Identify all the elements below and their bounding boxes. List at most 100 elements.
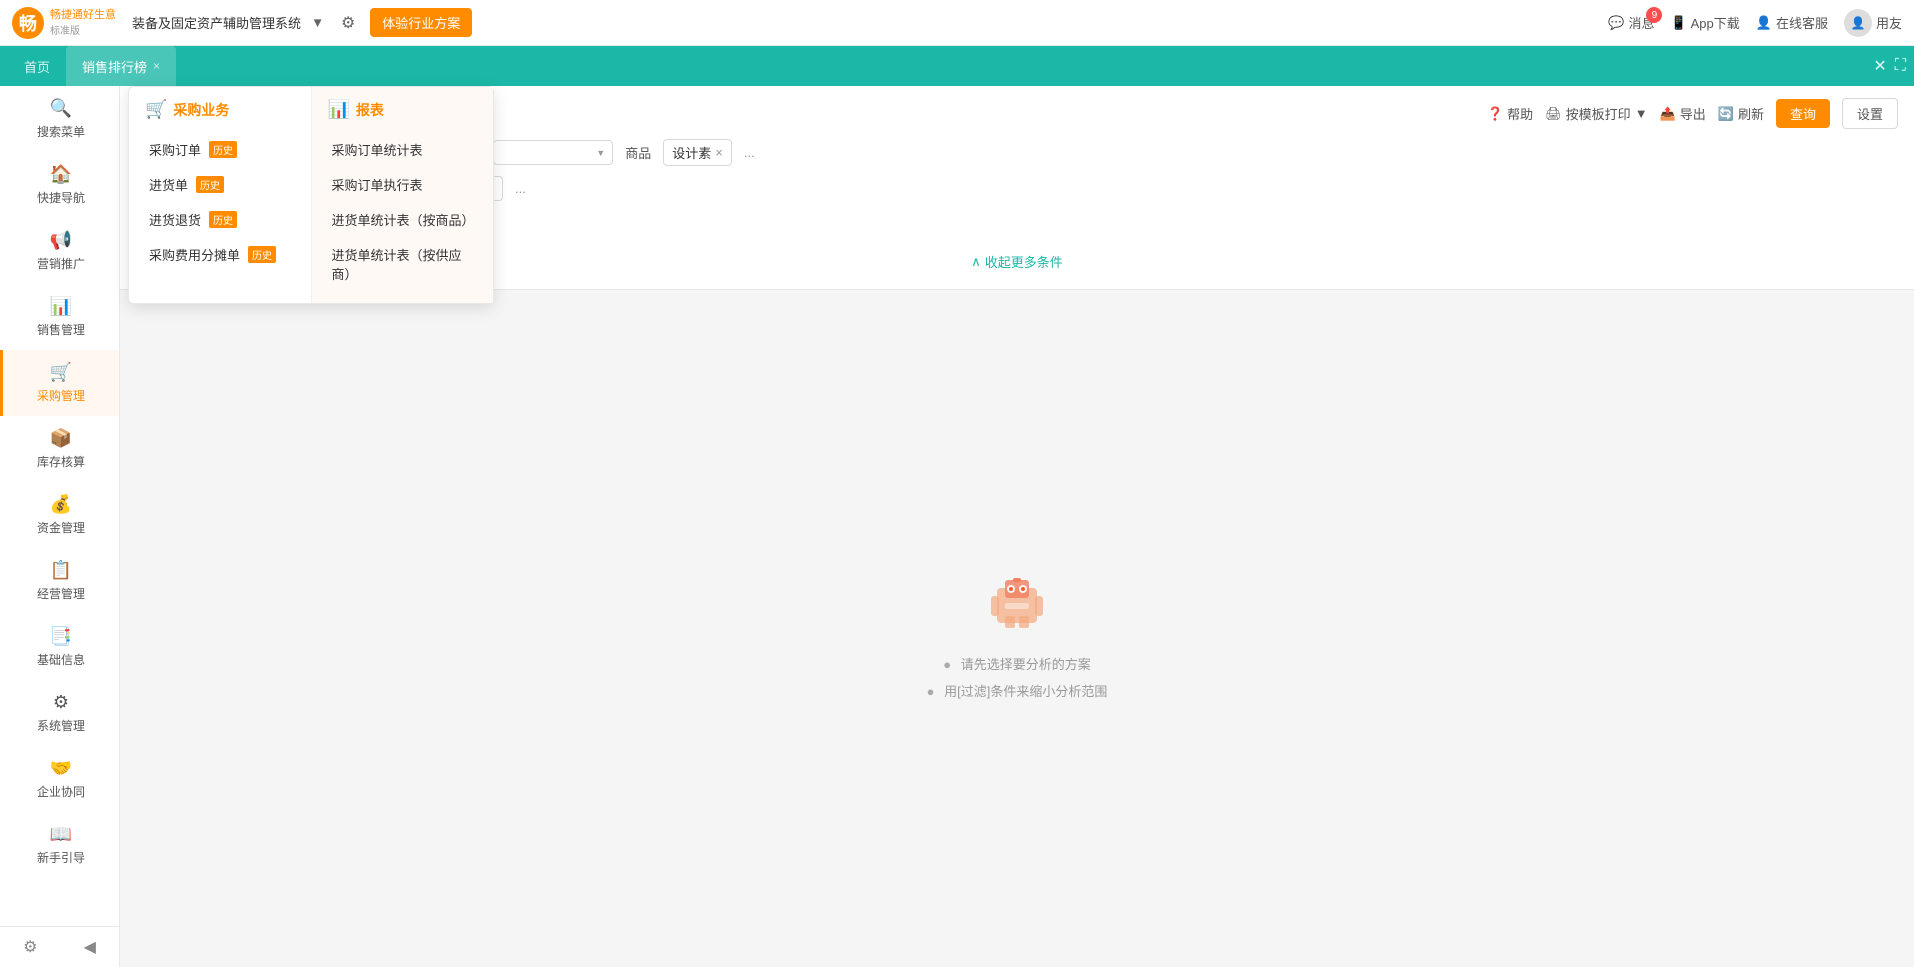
sidebar-item-quick-nav-label: 快捷导航	[37, 189, 85, 206]
user-area[interactable]: 👤 用友	[1844, 9, 1902, 37]
app-download-btn[interactable]: 📱 App下载	[1670, 13, 1739, 32]
dropdown-item-report-0[interactable]: 采购订单统计表	[328, 132, 478, 167]
purchase-col: 🛒 采购业务 采购订单 历史 进货单 历史 进货退货 历史 采购费用分摊单 历史	[129, 87, 312, 303]
sidebar-item-marketing-label: 营销推广	[37, 255, 85, 272]
sidebar-bottom: ⚙ ◀	[0, 926, 119, 967]
tab-close-all-icon[interactable]: ✕	[1873, 56, 1886, 76]
print-icon: 🖨	[1545, 106, 1562, 122]
toolbar-icons: ❓ 帮助 🖨 按模板打印 ▼ 📤 导出 🔄 刷新	[1487, 104, 1764, 123]
hint-bullet-1: ●	[943, 657, 951, 672]
empty-icon	[977, 558, 1057, 638]
export-icon: 📤	[1660, 106, 1676, 122]
report-col: 📊 报表 采购订单统计表 采购订单执行表 进货单统计表（按商品） 进货单统计表（…	[312, 87, 494, 303]
sidebar-item-system[interactable]: ⚙ 系统管理	[0, 680, 119, 746]
tab-expand-icon[interactable]: ⛶	[1895, 57, 1906, 75]
sidebar-item-finance-label: 资金管理	[37, 519, 85, 536]
sidebar-item-guide-label: 新手引导	[37, 849, 85, 866]
tab-close-btn[interactable]: ×	[153, 59, 160, 73]
empty-hint-1: ● 请先选择要分析的方案	[943, 654, 1091, 673]
message-badge: 9	[1646, 7, 1662, 23]
purchase-icon: 🛒	[50, 362, 72, 383]
message-icon: 💬	[1608, 15, 1624, 31]
dropdown-item-purchase-expense-label: 采购费用分摊单	[149, 245, 240, 264]
goods-tag: 设计素 ×	[663, 139, 732, 166]
sidebar-item-search[interactable]: 🔍 搜索菜单	[0, 86, 119, 152]
empty-hint-1-text: 请先选择要分析的方案	[961, 657, 1091, 672]
dropdown-item-purchase-order[interactable]: 采购订单 历史	[145, 132, 295, 167]
sidebar: 🔍 搜索菜单 🏠 快捷导航 📢 营销推广 📊 销售管理 🛒 采购管理 📦 库存核…	[0, 86, 120, 967]
refresh-btn[interactable]: 🔄 刷新	[1718, 104, 1764, 123]
sidebar-item-enterprise-label: 企业协同	[37, 783, 85, 800]
sidebar-item-operations-label: 经营管理	[37, 585, 85, 602]
logo-area: 畅 畅捷通好生意 标准版	[12, 7, 132, 39]
goods-tag-remove[interactable]: ×	[715, 145, 723, 160]
dropdown-item-purchase-expense[interactable]: 采购费用分摊单 历史	[145, 237, 295, 272]
sidebar-settings-btn[interactable]: ⚙	[23, 937, 37, 957]
sidebar-item-search-label: 搜索菜单	[37, 123, 85, 140]
sidebar-item-operations[interactable]: 📋 经营管理	[0, 548, 119, 614]
sidebar-item-sales[interactable]: 📊 销售管理	[0, 284, 119, 350]
top-header: 畅 畅捷通好生意 标准版 装备及固定资产辅助管理系统 ▼ ⚙ 体验行业方案 💬 …	[0, 0, 1914, 46]
sidebar-item-basic-info[interactable]: 📑 基础信息	[0, 614, 119, 680]
empty-hint-2: ● 用[过滤]条件来缩小分析范围	[927, 681, 1108, 700]
goods-tag-text: 设计素	[672, 143, 711, 162]
sidebar-item-quick-nav[interactable]: 🏠 快捷导航	[0, 152, 119, 218]
basic-info-icon: 📑	[50, 626, 72, 647]
industry-btn[interactable]: 体验行业方案	[370, 8, 472, 37]
export-btn[interactable]: 📤 导出	[1660, 104, 1706, 123]
dropdown-item-purchase-return[interactable]: 进货退货 历史	[145, 202, 295, 237]
system-dropdown-btn[interactable]: ▼	[309, 13, 326, 32]
sidebar-item-finance[interactable]: 💰 资金管理	[0, 482, 119, 548]
history-badge-1: 历史	[196, 176, 224, 193]
report-col-header: 📊 报表	[328, 99, 478, 120]
sidebar-item-sales-label: 销售管理	[37, 321, 85, 338]
sidebar-item-guide[interactable]: 📖 新手引导	[0, 812, 119, 878]
bill-status-wrapper	[493, 140, 613, 165]
query-btn[interactable]: 查询	[1776, 99, 1830, 128]
tab-home[interactable]: 首页	[8, 46, 66, 86]
goods-label: 商品	[625, 143, 651, 162]
dropdown-item-purchase-inbound[interactable]: 进货单 历史	[145, 167, 295, 202]
user-avatar: 👤	[1844, 9, 1872, 37]
tab-sales-ranking-label: 销售排行榜	[82, 57, 147, 76]
system-title: 装备及固定资产辅助管理系统	[132, 13, 301, 32]
sidebar-item-system-label: 系统管理	[37, 717, 85, 734]
online-service-btn[interactable]: 👤 在线客服	[1756, 13, 1828, 32]
sidebar-item-purchase[interactable]: 🛒 采购管理	[0, 350, 119, 416]
header-right: 💬 消息 9 📱 App下载 👤 在线客服 👤 用友	[1608, 9, 1902, 37]
dropdown-item-report-2[interactable]: 进货单统计表（按商品）	[328, 202, 478, 237]
hint-bullet-2: ●	[927, 684, 935, 699]
bill-status-select[interactable]	[493, 140, 613, 165]
dropdown-item-purchase-inbound-label: 进货单	[149, 175, 188, 194]
settings-btn-filter[interactable]: 设置	[1842, 98, 1898, 129]
dropdown-item-report-3[interactable]: 进货单统计表（按供应商）	[328, 237, 478, 291]
sidebar-item-marketing[interactable]: 📢 营销推广	[0, 218, 119, 284]
header-center: 装备及固定资产辅助管理系统 ▼ ⚙ 体验行业方案	[132, 8, 1608, 37]
finance-icon: 💰	[50, 494, 72, 515]
header-settings-btn[interactable]: ⚙	[334, 9, 362, 37]
sidebar-item-enterprise[interactable]: 🤝 企业协同	[0, 746, 119, 812]
message-btn[interactable]: 💬 消息 9	[1608, 13, 1654, 32]
system-icon: ⚙	[53, 692, 69, 713]
purchase-col-title: 采购业务	[173, 100, 229, 120]
print-template-btn[interactable]: 🖨 按模板打印 ▼	[1545, 104, 1647, 123]
empty-robot-svg	[977, 558, 1057, 638]
filter-dots-2[interactable]: ...	[515, 181, 526, 196]
filter-dots-1[interactable]: ...	[744, 145, 755, 160]
search-icon: 🔍	[50, 98, 72, 119]
tab-sales-ranking[interactable]: 销售排行榜 ×	[66, 46, 176, 86]
dropdown-item-report-0-label: 采购订单统计表	[332, 140, 423, 159]
purchase-col-header: 🛒 采购业务	[145, 99, 295, 120]
tab-home-label: 首页	[24, 57, 50, 76]
home-icon: 🏠	[50, 164, 72, 185]
help-btn[interactable]: ❓ 帮助	[1487, 104, 1533, 123]
help-icon: ❓	[1487, 106, 1503, 122]
dropdown-item-report-2-label: 进货单统计表（按商品）	[332, 210, 474, 229]
logo-sub: 标准版	[50, 22, 116, 37]
logo-text: 畅捷通好生意	[50, 8, 116, 22]
sidebar-collapse-btn[interactable]: ◀	[84, 937, 96, 957]
sales-icon: 📊	[50, 296, 72, 317]
sidebar-item-inventory[interactable]: 📦 库存核算	[0, 416, 119, 482]
dropdown-item-report-1[interactable]: 采购订单执行表	[328, 167, 478, 202]
print-dropdown-arrow: ▼	[1635, 106, 1648, 121]
